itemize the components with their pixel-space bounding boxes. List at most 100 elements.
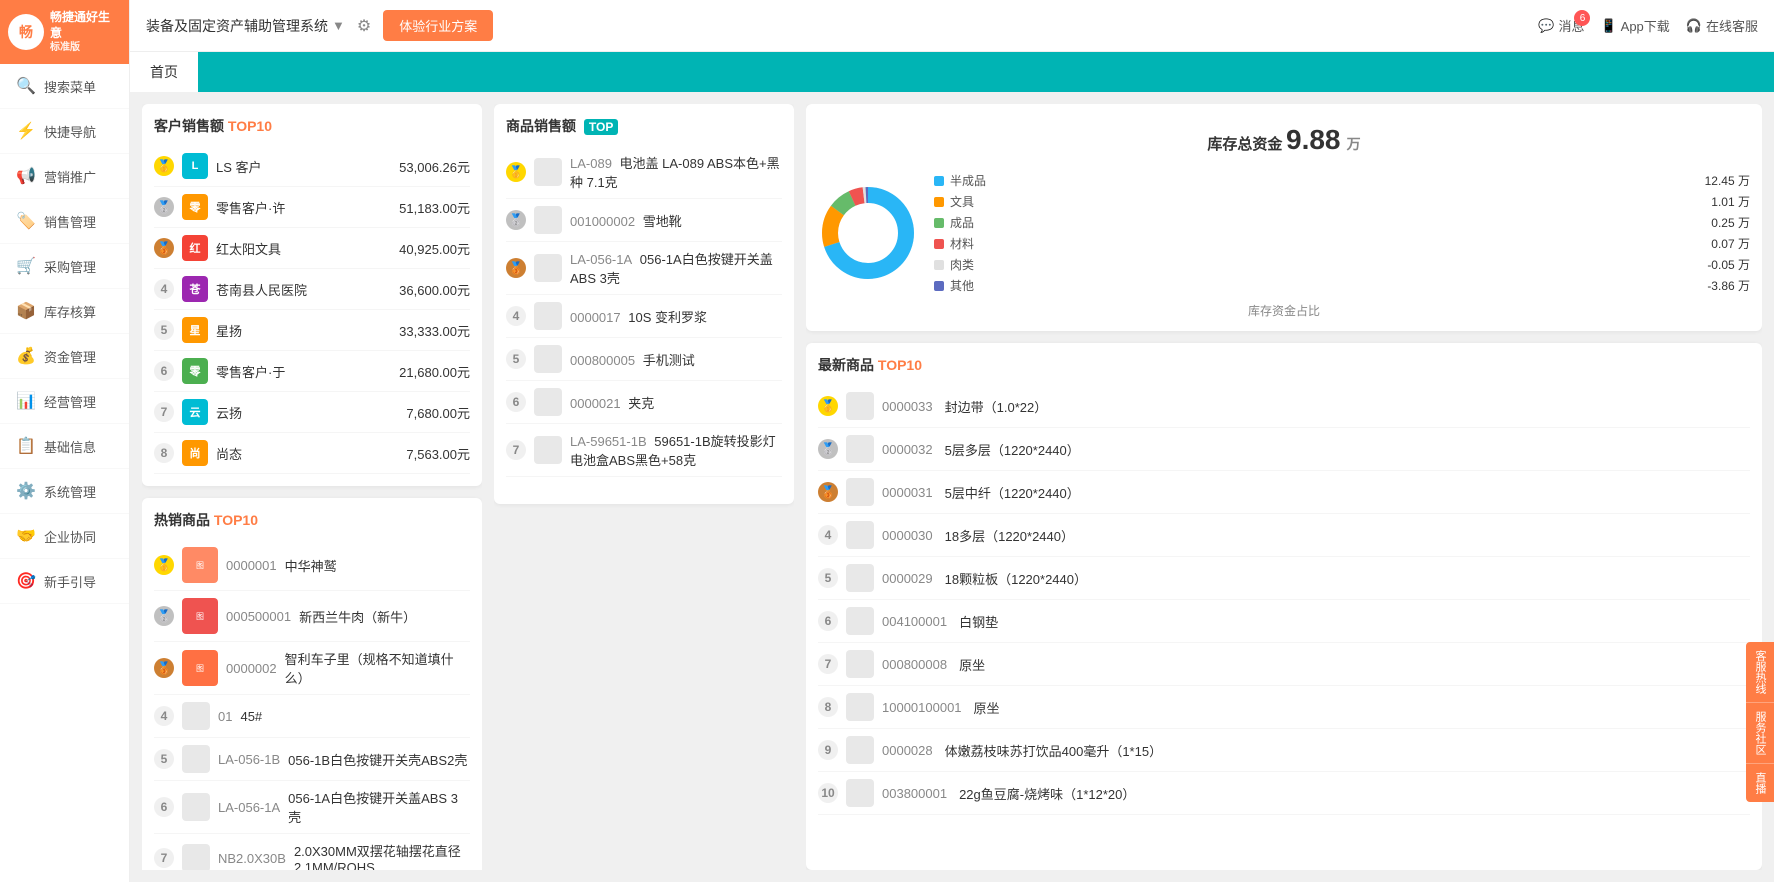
hot-product-name-4: 45#	[240, 709, 470, 724]
customer-rank-item-3[interactable]: 🥉 红 红太阳文具 40,925.00元	[154, 228, 470, 269]
rank-medal-2: 🥈	[154, 197, 174, 217]
hot-product-3[interactable]: 🥉 图 0000002 智利车子里（规格不知道填什么）	[154, 642, 470, 695]
sidebar-item-collab[interactable]: 🤝 企业协同	[0, 514, 129, 559]
hot-products-card: 热销商品 TOP10 🥇 图 0000001 中华神鹫 🥈 图 00050000…	[142, 498, 482, 870]
np-img-1	[846, 392, 874, 420]
hot-product-img-3: 图	[182, 650, 218, 686]
hotline-label: 客服热线	[1754, 650, 1766, 694]
rank-num-5: 5	[154, 320, 174, 340]
customer-rank-item-6[interactable]: 6 零 零售客户·于 21,680.00元	[154, 351, 470, 392]
new-product-4[interactable]: 4 0000030 18多层（1220*2440）	[818, 514, 1750, 557]
ps-img-5	[534, 345, 562, 373]
legend-value-0: 12.45 万	[1705, 172, 1750, 189]
sidebar-item-basic-label: 基础信息	[44, 437, 96, 456]
new-product-6[interactable]: 6 004100001 白钢垫	[818, 600, 1750, 643]
new-product-8[interactable]: 8 10000100001 原坐	[818, 686, 1750, 729]
customer-name-1: LS 客户	[216, 157, 391, 176]
customer-rank-item-2[interactable]: 🥈 零 零售客户·许 51,183.00元	[154, 187, 470, 228]
sidebar-item-sales[interactable]: 🏷️ 销售管理	[0, 199, 129, 244]
sidebar-item-inventory[interactable]: 📦 库存核算	[0, 289, 129, 334]
new-product-9[interactable]: 9 0000028 体嫩荔枝味苏打饮品400毫升（1*15）	[818, 729, 1750, 772]
product-sales-6[interactable]: 6 0000021 夹克	[506, 381, 782, 424]
ps-name-5: 000800005 手机测试	[570, 350, 782, 369]
product-sales-4[interactable]: 4 0000017 10S 变利罗浆	[506, 295, 782, 338]
hot-product-code-1: 0000001	[226, 558, 277, 573]
np-img-7	[846, 650, 874, 678]
legend-name-0: 半成品	[950, 172, 1699, 189]
customer-avatar-7: 云	[182, 399, 208, 425]
tab-home[interactable]: 首页	[130, 52, 198, 92]
legend-name-4: 肉类	[950, 256, 1701, 273]
ps-img-3	[534, 254, 562, 282]
legend-dot-1	[934, 197, 944, 207]
product-sales-1[interactable]: 🥇 LA-089 电池盖 LA-089 ABS本色+黑种 7.1克	[506, 146, 782, 199]
hot-product-1[interactable]: 🥇 图 0000001 中华神鹫	[154, 540, 470, 591]
new-product-5[interactable]: 5 0000029 18颗粒板（1220*2440）	[818, 557, 1750, 600]
np-code-4: 0000030	[882, 528, 933, 543]
customer-value-6: 21,680.00元	[399, 362, 470, 381]
np-name-10: 22g鱼豆腐-烧烤味（1*12*20）	[959, 784, 1750, 803]
service-btn-community[interactable]: 服务社区	[1746, 703, 1774, 764]
sidebar-item-nav[interactable]: ⚡ 快捷导航	[0, 109, 129, 154]
collab-icon: 🤝	[16, 526, 36, 546]
app-download-button[interactable]: 📱 App下载	[1600, 16, 1669, 35]
nav-icon: ⚡	[16, 121, 36, 141]
hot-product-4[interactable]: 4 01 45#	[154, 695, 470, 738]
trial-button[interactable]: 体验行业方案	[383, 10, 493, 41]
ps-rank-4: 4	[506, 306, 526, 326]
ps-rank-2: 🥈	[506, 210, 526, 230]
hot-product-img-4	[182, 702, 210, 730]
customer-value-2: 51,183.00元	[399, 198, 470, 217]
np-img-2	[846, 435, 874, 463]
np-code-10: 003800001	[882, 786, 947, 801]
legend-dot-4	[934, 260, 944, 270]
rank-num-8: 8	[154, 443, 174, 463]
customer-avatar-8: 尚	[182, 440, 208, 466]
product-sales-3[interactable]: 🥉 LA-056-1A 056-1A白色按键开关盖ABS 3壳	[506, 242, 782, 295]
customer-rank-item-7[interactable]: 7 云 云扬 7,680.00元	[154, 392, 470, 433]
service-btn-live[interactable]: 直播	[1746, 764, 1774, 802]
inventory-card: 库存总资金 9.88 万	[806, 104, 1762, 331]
np-code-1: 0000033	[882, 399, 933, 414]
sidebar-item-inventory-label: 库存核算	[44, 302, 96, 321]
ps-rank-5: 5	[506, 349, 526, 369]
new-product-2[interactable]: 🥈 0000032 5层多层（1220*2440）	[818, 428, 1750, 471]
sidebar-item-search[interactable]: 🔍 搜索菜单	[0, 64, 129, 109]
customer-value-3: 40,925.00元	[399, 239, 470, 258]
np-img-3	[846, 478, 874, 506]
topbar: 装备及固定资产辅助管理系统 ▼ ⚙ 体验行业方案 💬 消息 6 📱 App下载 …	[130, 0, 1774, 52]
online-service-button[interactable]: 🎧 在线客服	[1686, 16, 1758, 35]
customer-rank-item-8[interactable]: 8 尚 尚态 7,563.00元	[154, 433, 470, 474]
sidebar-item-guide[interactable]: 🎯 新手引导	[0, 559, 129, 604]
customer-rank-item-4[interactable]: 4 苍 苍南县人民医院 36,600.00元	[154, 269, 470, 310]
legend-name-3: 材料	[950, 235, 1705, 252]
np-code-5: 0000029	[882, 571, 933, 586]
sidebar-item-purchase[interactable]: 🛒 采购管理	[0, 244, 129, 289]
customer-value-4: 36,600.00元	[399, 280, 470, 299]
service-btn-hotline[interactable]: 客服热线	[1746, 642, 1774, 703]
new-product-7[interactable]: 7 000800008 原坐	[818, 643, 1750, 686]
new-product-1[interactable]: 🥇 0000033 封边带（1.0*22）	[818, 385, 1750, 428]
customer-rank-item-5[interactable]: 5 星 星扬 33,333.00元	[154, 310, 470, 351]
sidebar-item-system[interactable]: ⚙️ 系统管理	[0, 469, 129, 514]
new-product-10[interactable]: 10 003800001 22g鱼豆腐-烧烤味（1*12*20）	[818, 772, 1750, 815]
system-title-dropdown[interactable]: 装备及固定资产辅助管理系统 ▼	[146, 16, 345, 36]
product-sales-5[interactable]: 5 000800005 手机测试	[506, 338, 782, 381]
product-sales-2[interactable]: 🥈 001000002 雪地靴	[506, 199, 782, 242]
settings-icon[interactable]: ⚙	[357, 16, 371, 36]
np-code-2: 0000032	[882, 442, 933, 457]
sidebar-item-marketing[interactable]: 📢 营销推广	[0, 154, 129, 199]
hot-product-5[interactable]: 5 LA-056-1B 056-1B白色按键开关壳ABS2壳	[154, 738, 470, 781]
sidebar-item-basic[interactable]: 📋 基础信息	[0, 424, 129, 469]
hot-product-7[interactable]: 7 NB2.0X30B 2.0X30MM双摆花轴摆花直径2.1MM/ROHS	[154, 834, 470, 870]
ps-rank-7: 7	[506, 440, 526, 460]
hot-product-2[interactable]: 🥈 图 000500001 新西兰牛肉（新牛）	[154, 591, 470, 642]
message-button[interactable]: 💬 消息 6	[1538, 16, 1584, 35]
sidebar-item-finance[interactable]: 💰 资金管理	[0, 334, 129, 379]
np-name-4: 18多层（1220*2440）	[945, 526, 1750, 545]
hot-product-6[interactable]: 6 LA-056-1A 056-1A白色按键开关盖ABS 3壳	[154, 781, 470, 834]
customer-rank-item-1[interactable]: 🥇 L LS 客户 53,006.26元	[154, 146, 470, 187]
new-product-3[interactable]: 🥉 0000031 5层中纤（1220*2440）	[818, 471, 1750, 514]
product-sales-7[interactable]: 7 LA-59651-1B 59651-1B旋转投影灯电池盒ABS黑色+58克	[506, 424, 782, 477]
sidebar-item-operations[interactable]: 📊 经营管理	[0, 379, 129, 424]
